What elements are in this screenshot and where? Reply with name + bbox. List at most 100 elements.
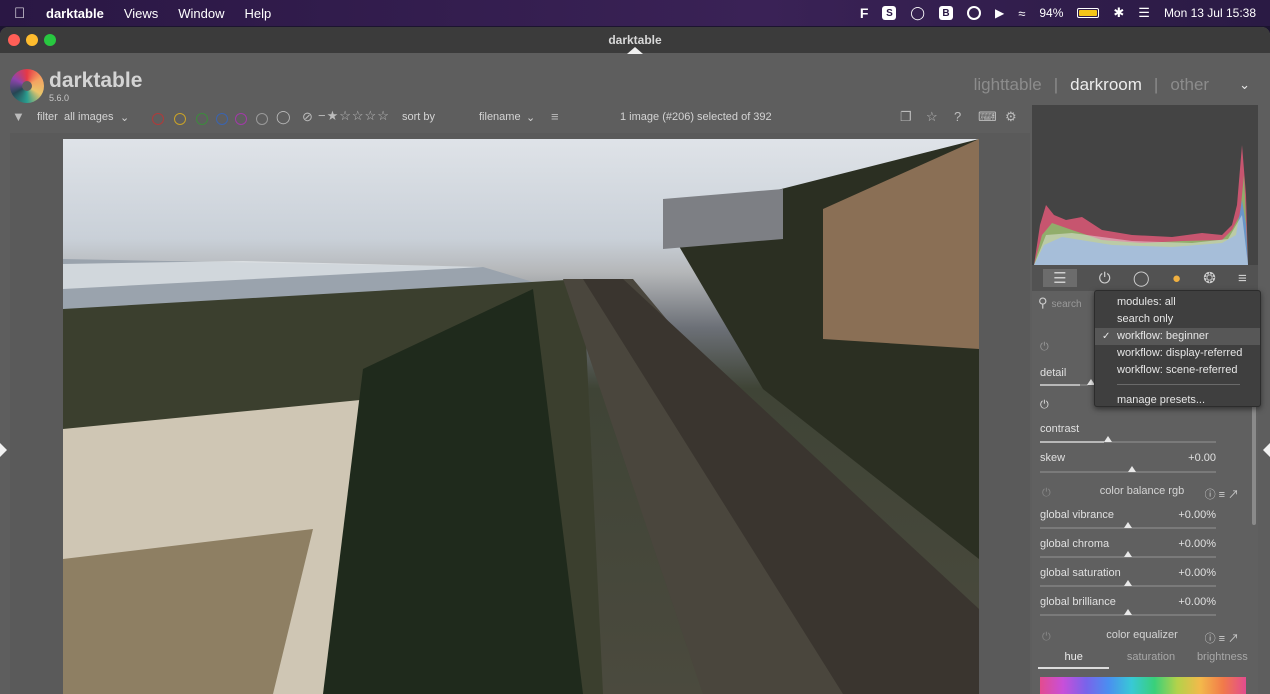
b-app-icon[interactable]: B — [938, 6, 953, 20]
color-equalizer-header[interactable]: ⏻ color equalizer ⓘ≡↗ — [1032, 629, 1252, 649]
view-switcher: lighttable | darkroom | other ⌄ — [974, 75, 1250, 95]
filter-icon[interactable]: ▼ — [12, 109, 25, 124]
right-panel-toggle-icon[interactable] — [1263, 443, 1270, 457]
star-rating-filter[interactable]: −★☆☆☆☆ — [318, 108, 390, 124]
sort-label: sort by — [402, 111, 436, 123]
help-icon[interactable]: ? — [954, 109, 961, 124]
shield-icon[interactable]: ◯ — [910, 5, 925, 21]
app-name: darktable — [49, 69, 143, 92]
window-icon[interactable]: ❐ — [900, 109, 912, 125]
color-label-purple[interactable] — [235, 113, 247, 125]
sliders-icon[interactable]: ☰ — [1043, 269, 1077, 287]
clock[interactable]: Mon 13 Jul 15:38 — [1164, 6, 1256, 20]
sort-select[interactable]: filename — [479, 111, 521, 123]
brilliance-slider[interactable] — [1040, 609, 1216, 616]
vibrance-slider[interactable] — [1040, 522, 1216, 529]
menu-window[interactable]: Window — [178, 6, 224, 21]
battery-icon[interactable] — [1077, 8, 1100, 18]
hue-curve-graph[interactable] — [1040, 677, 1246, 694]
histogram-graph — [1034, 145, 1248, 265]
circle-app-icon[interactable] — [966, 6, 981, 20]
search-placeholder: search — [1051, 299, 1082, 310]
color-toggle-icon[interactable]: ◯ — [276, 109, 291, 125]
color-label-green[interactable] — [196, 113, 208, 125]
chroma-slider[interactable] — [1040, 551, 1216, 558]
view-separator: | — [1053, 75, 1059, 94]
app-version: 5.6.0 — [49, 93, 70, 103]
keyboard-icon[interactable]: ⌨ — [978, 109, 997, 125]
power-icon[interactable]: ⏻ — [1099, 270, 1111, 287]
edited-photo[interactable] — [63, 139, 979, 694]
close-window-button[interactable] — [8, 34, 20, 46]
option-search-only[interactable]: search only — [1095, 311, 1260, 328]
selection-info: 1 image (#206) selected of 392 — [620, 111, 772, 123]
star-icon[interactable]: ☆ — [926, 109, 938, 125]
filter-select[interactable]: all images — [64, 111, 114, 123]
histogram[interactable] — [1032, 105, 1258, 265]
option-manage-presets[interactable]: manage presets... — [1095, 392, 1260, 409]
color-balance-header[interactable]: ⏻ color balance rgb ⓘ≡↗ — [1032, 485, 1252, 505]
power-icon[interactable]: ⏻ — [1042, 631, 1051, 644]
chevron-down-icon[interactable]: ⌄ — [1239, 77, 1250, 93]
title-bar: darktable — [0, 27, 1270, 54]
option-modules-all[interactable]: modules: all — [1095, 294, 1260, 311]
menu-divider — [1117, 384, 1240, 385]
bluetooth-icon[interactable]: ✱ — [1113, 5, 1124, 21]
power-icon[interactable]: ⏻ — [1042, 487, 1051, 500]
option-workflow-scene-referred[interactable]: workflow: scene-referred — [1095, 362, 1260, 379]
module-search-input[interactable]: ⚲ search — [1038, 295, 1098, 313]
control-center-icon[interactable]: ☰ — [1138, 5, 1150, 21]
contrast-label: contrast — [1040, 423, 1080, 435]
tab-hue[interactable]: hue — [1038, 651, 1110, 669]
saturation-label: global saturation — [1040, 567, 1121, 579]
f-app-icon[interactable]: F — [860, 5, 869, 21]
menu-app-name[interactable]: darktable — [46, 6, 104, 21]
filter-label: filter — [37, 111, 58, 123]
module-group-tabs: ☰ ⏻ ◯ ● ❂ ≡ — [1032, 265, 1258, 291]
left-panel-toggle-icon[interactable] — [0, 443, 7, 457]
view-other[interactable]: other — [1170, 75, 1209, 95]
skew-slider[interactable] — [1040, 466, 1216, 473]
s-app-icon[interactable]: S — [882, 6, 897, 20]
aperture-icon[interactable]: ❂ — [1203, 269, 1216, 287]
saturation-slider[interactable] — [1040, 580, 1216, 587]
option-workflow-beginner[interactable]: ✓ workflow: beginner — [1095, 328, 1260, 345]
chevron-down-icon[interactable]: ⌄ — [526, 111, 535, 124]
menu-views[interactable]: Views — [124, 6, 158, 21]
circle-icon[interactable]: ◯ — [1133, 269, 1150, 287]
option-workflow-display-referred[interactable]: workflow: display-referred — [1095, 345, 1260, 362]
wifi-icon[interactable]: ≈ — [1018, 6, 1025, 21]
module-header-icons[interactable]: ⓘ≡↗ — [1205, 630, 1242, 646]
color-label-yellow[interactable] — [174, 113, 186, 125]
skew-value: +0.00 — [1188, 452, 1216, 464]
hamburger-icon[interactable]: ≡ — [1238, 270, 1247, 287]
play-icon[interactable]: ▶ — [995, 6, 1004, 20]
chevron-down-icon[interactable]: ⌄ — [120, 111, 129, 124]
reject-icon[interactable]: ⊘ — [302, 109, 313, 125]
color-wheel-icon[interactable]: ● — [1172, 270, 1181, 287]
menu-help[interactable]: Help — [245, 6, 272, 21]
photo-scene — [63, 139, 979, 694]
module-header-icons[interactable]: ⓘ≡↗ — [1205, 486, 1242, 502]
color-equalizer-title: color equalizer — [1106, 629, 1178, 641]
distant-buildings — [663, 189, 783, 249]
image-center-view — [10, 133, 1030, 694]
sort-order-icon[interactable]: ≡ — [551, 109, 559, 124]
view-darkroom[interactable]: darkroom — [1070, 75, 1142, 95]
module-presets-dropdown: modules: all search only ✓ workflow: beg… — [1094, 290, 1261, 407]
brilliance-value: +0.00% — [1178, 596, 1216, 608]
apple-icon[interactable]:  — [14, 5, 36, 22]
minimize-window-button[interactable] — [26, 34, 38, 46]
detail-slider[interactable] — [1040, 379, 1095, 386]
battery-percent: 94% — [1039, 6, 1064, 20]
color-label-gray[interactable] — [256, 113, 268, 125]
tab-saturation[interactable]: saturation — [1115, 651, 1186, 669]
color-label-blue[interactable] — [216, 113, 228, 125]
view-lighttable[interactable]: lighttable — [974, 75, 1042, 95]
saturation-value: +0.00% — [1178, 567, 1216, 579]
contrast-slider[interactable] — [1040, 436, 1216, 443]
gear-icon[interactable]: ⚙ — [1005, 109, 1017, 125]
color-label-red[interactable] — [152, 113, 164, 125]
fullscreen-window-button[interactable] — [44, 34, 56, 46]
tab-brightness[interactable]: brightness — [1187, 651, 1258, 669]
